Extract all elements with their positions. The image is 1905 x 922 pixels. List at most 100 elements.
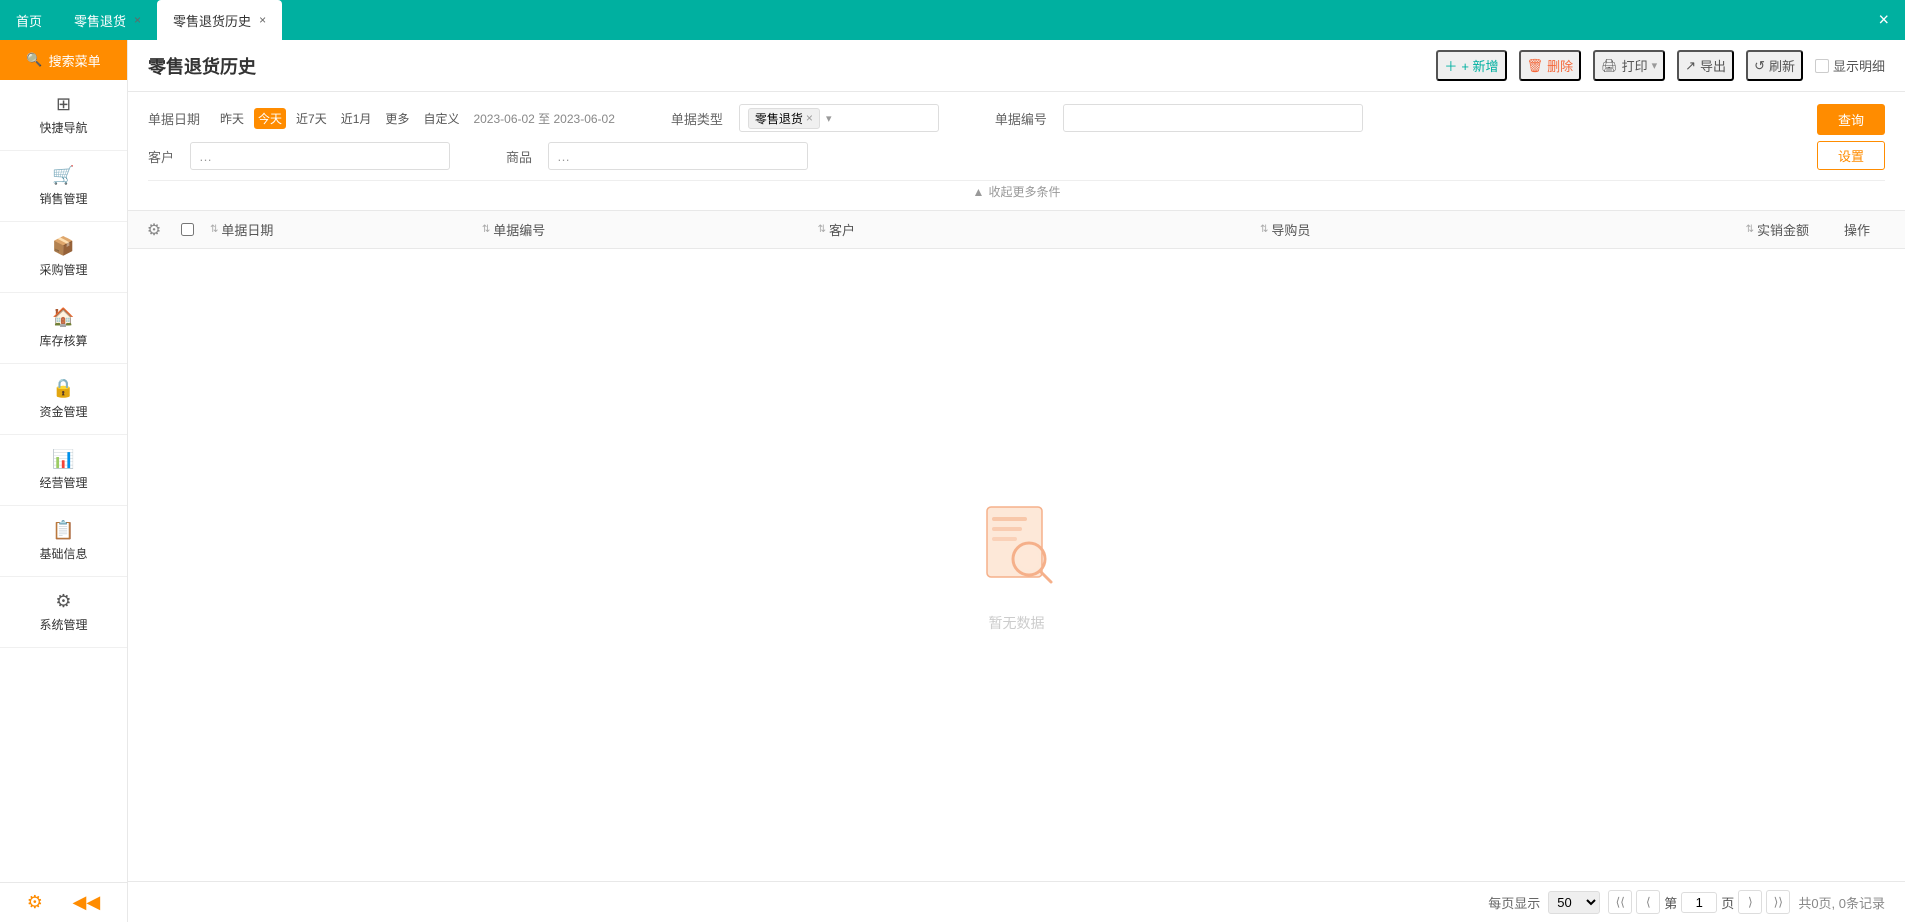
finance-icon: 🔒 xyxy=(52,378,74,399)
query-button[interactable]: 查询 xyxy=(1817,104,1885,135)
type-tag-close[interactable]: × xyxy=(806,111,813,125)
settings-button[interactable]: 设置 xyxy=(1817,141,1885,170)
window-close-button[interactable]: × xyxy=(1878,10,1889,31)
docnum-filter-label: 单据编号 xyxy=(995,109,1047,128)
date-opt-7days[interactable]: 近7天 xyxy=(292,108,331,129)
sort-icon-amount: ⇅ xyxy=(1746,224,1754,235)
customer-filter-select[interactable]: … xyxy=(190,142,450,170)
date-opt-more[interactable]: 更多 xyxy=(381,108,413,129)
sidebar-item-purchase-label: 采购管理 xyxy=(39,261,87,278)
tab-retail-return-history-label: 零售退货历史 xyxy=(173,11,251,30)
sidebar-item-basic-label: 基础信息 xyxy=(39,545,87,562)
sort-icon-date: ⇅ xyxy=(210,224,218,235)
sidebar-footer: ⚙ ◀◀ xyxy=(0,882,127,922)
page-input[interactable] xyxy=(1681,892,1717,913)
sidebar-item-purchase-mgmt[interactable]: 📦 采购管理 xyxy=(0,222,127,293)
tab-retail-return-history-close[interactable]: × xyxy=(259,13,266,27)
th-num-label: 单据编号 xyxy=(493,220,545,239)
export-button[interactable]: ↗ 导出 xyxy=(1677,50,1734,81)
prev-page-button[interactable]: ⟨ xyxy=(1636,890,1660,914)
type-filter-label: 单据类型 xyxy=(671,109,723,128)
goods-filter-select[interactable]: … xyxy=(548,142,808,170)
date-opt-today[interactable]: 今天 xyxy=(254,108,286,129)
page-unit: 页 xyxy=(1721,893,1734,912)
delete-label: 删除 xyxy=(1547,56,1573,75)
sort-icon-guide: ⇅ xyxy=(1260,224,1268,235)
tab-retail-return-history[interactable]: 零售退货历史 × xyxy=(157,0,282,40)
date-opt-yesterday[interactable]: 昨天 xyxy=(216,108,248,129)
customer-filter-label: 客户 xyxy=(148,147,174,166)
type-filter-select[interactable]: 零售退货 × ▾ xyxy=(739,104,939,132)
goods-filter-label: 商品 xyxy=(506,147,532,166)
tab-home-label: 首页 xyxy=(16,11,42,30)
sort-icon-num: ⇅ xyxy=(482,224,490,235)
new-icon: ＋ xyxy=(1444,56,1457,75)
column-settings-icon[interactable]: ⚙ xyxy=(136,220,172,240)
sidebar-item-basic-info[interactable]: 📋 基础信息 xyxy=(0,506,127,577)
date-options: 昨天 今天 近7天 近1月 更多 自定义 2023-06-02 至 2023-0… xyxy=(216,108,615,129)
print-chevron-icon: ▾ xyxy=(1652,59,1658,72)
search-icon: 🔍 xyxy=(26,52,42,68)
refresh-label: 刷新 xyxy=(1769,56,1795,75)
tab-retail-return-close[interactable]: × xyxy=(134,13,141,27)
empty-state: 暂无数据 xyxy=(128,249,1905,881)
type-chevron-icon: ▾ xyxy=(826,112,832,125)
th-op-label: 操作 xyxy=(1844,220,1870,239)
export-label: 导出 xyxy=(1700,56,1726,75)
tab-home[interactable]: 首页 xyxy=(0,0,58,40)
filter-area: 单据日期 昨天 今天 近7天 近1月 更多 自定义 2023-06-02 至 2… xyxy=(128,92,1905,211)
th-customer[interactable]: ⇅ 客户 xyxy=(810,220,1252,239)
next-page-button[interactable]: ⟩ xyxy=(1738,890,1762,914)
customer-dots: … xyxy=(199,149,212,164)
date-opt-custom[interactable]: 自定义 xyxy=(419,108,463,129)
type-tag-value: 零售退货 xyxy=(755,110,803,127)
inventory-icon: 🏠 xyxy=(52,307,74,328)
page-size-select[interactable]: 20 50 100 xyxy=(1548,891,1600,914)
refresh-button[interactable]: ↺ 刷新 xyxy=(1746,50,1803,81)
select-all-checkbox[interactable] xyxy=(172,223,202,236)
sidebar-item-inventory-calc[interactable]: 🏠 库存核算 xyxy=(0,293,127,364)
sidebar-item-ops-mgmt[interactable]: 📊 经营管理 xyxy=(0,435,127,506)
audio-icon[interactable]: ◀◀ xyxy=(73,892,101,913)
sidebar-search[interactable]: 🔍 搜索菜单 xyxy=(0,40,127,80)
print-label: 打印 xyxy=(1622,56,1648,75)
total-info: 共0页, 0条记录 xyxy=(1798,893,1885,912)
new-label: + 新增 xyxy=(1461,56,1498,75)
settings-icon[interactable]: ⚙ xyxy=(27,892,43,913)
sidebar-item-sys-mgmt[interactable]: ⚙ 系统管理 xyxy=(0,577,127,648)
empty-text: 暂无数据 xyxy=(989,613,1045,633)
sidebar-item-sales-label: 销售管理 xyxy=(39,190,87,207)
export-icon: ↗ xyxy=(1685,58,1696,74)
select-all-input[interactable] xyxy=(181,223,194,236)
print-button[interactable]: 🖨 打印 ▾ xyxy=(1593,50,1665,81)
filter-row-2: 客户 … 商品 … xyxy=(148,142,1885,170)
page-label: 第 xyxy=(1664,893,1677,912)
show-detail-checkbox[interactable] xyxy=(1815,59,1829,73)
sidebar-item-sales-mgmt[interactable]: 🛒 销售管理 xyxy=(0,151,127,222)
table-header: ⚙ ⇅ 单据日期 ⇅ 单据编号 ⇅ 客户 ⇅ 导购员 xyxy=(128,211,1905,249)
main-layout: 🔍 搜索菜单 ⊞ 快捷导航 🛒 销售管理 📦 采购管理 🏠 库存核算 🔒 xyxy=(0,40,1905,922)
new-button[interactable]: ＋ + 新增 xyxy=(1436,50,1506,81)
filter-action-area: 查询 设置 xyxy=(1817,104,1885,170)
docnum-filter-input[interactable] xyxy=(1063,104,1363,132)
sys-icon: ⚙ xyxy=(55,591,71,612)
delete-button[interactable]: 🗑 删除 xyxy=(1519,50,1582,81)
th-date[interactable]: ⇅ 单据日期 xyxy=(202,220,474,239)
collapse-button[interactable]: ▲ 收起更多条件 xyxy=(148,180,1885,202)
page-header: 零售退货历史 ＋ + 新增 🗑 删除 🖨 打印 ▾ ↗ 导出 xyxy=(128,40,1905,92)
ops-icon: 📊 xyxy=(52,449,74,470)
first-page-button[interactable]: ⟨⟨ xyxy=(1608,890,1632,914)
collapse-row: ▲ 收起更多条件 xyxy=(148,180,1885,202)
sidebar-item-quick-nav[interactable]: ⊞ 快捷导航 xyxy=(0,80,127,151)
tab-retail-return-label: 零售退货 xyxy=(74,11,126,30)
filter-wrapper: 单据日期 昨天 今天 近7天 近1月 更多 自定义 2023-06-02 至 2… xyxy=(128,92,1905,211)
tab-retail-return[interactable]: 零售退货 × xyxy=(58,0,157,40)
purchase-icon: 📦 xyxy=(52,236,74,257)
th-amount[interactable]: ⇅ 实销金额 xyxy=(1588,220,1817,239)
th-num[interactable]: ⇅ 单据编号 xyxy=(474,220,810,239)
date-opt-1month[interactable]: 近1月 xyxy=(337,108,376,129)
last-page-button[interactable]: ⟩⟩ xyxy=(1766,890,1790,914)
sidebar-item-finance-mgmt[interactable]: 🔒 资金管理 xyxy=(0,364,127,435)
th-guide[interactable]: ⇅ 导购员 xyxy=(1252,220,1588,239)
show-detail-toggle[interactable]: 显示明细 xyxy=(1815,56,1885,75)
